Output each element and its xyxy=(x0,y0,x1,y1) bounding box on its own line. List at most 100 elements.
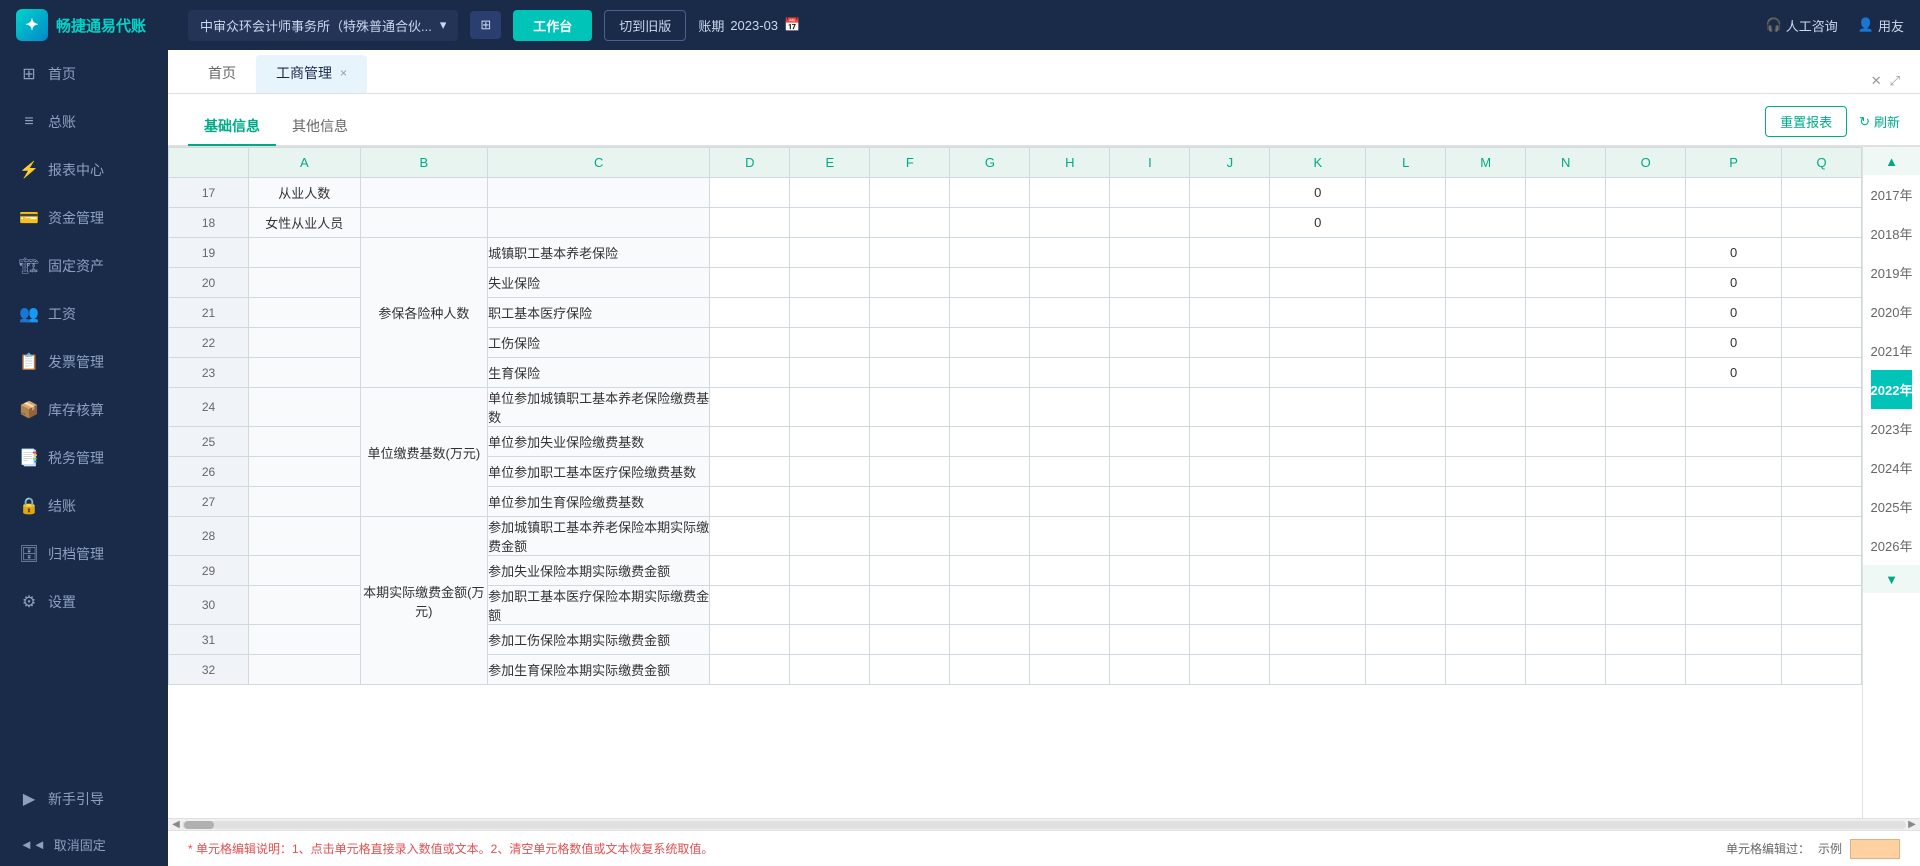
cell-p-32[interactable] xyxy=(1686,655,1782,685)
cell-lo-17-2[interactable] xyxy=(1526,178,1606,208)
cell-H-26[interactable] xyxy=(1030,457,1110,487)
cell-G-26[interactable] xyxy=(950,457,1030,487)
cell-lo-31-3[interactable] xyxy=(1606,625,1686,655)
cell-I-30[interactable] xyxy=(1110,586,1190,625)
year-item-2021年[interactable]: 2021年 xyxy=(1871,331,1913,370)
sidebar-item-invoice[interactable]: 📋 发票管理 xyxy=(0,338,168,386)
cell-q-24[interactable] xyxy=(1782,388,1862,427)
year-down-arrow[interactable]: ▼ xyxy=(1863,565,1920,593)
cell-lo-17-3[interactable] xyxy=(1606,178,1686,208)
cell-E-19[interactable] xyxy=(790,238,870,268)
year-up-arrow[interactable]: ▲ xyxy=(1863,147,1920,175)
cell-a-32[interactable] xyxy=(249,655,361,685)
cell-I-25[interactable] xyxy=(1110,427,1190,457)
cell-a-22[interactable] xyxy=(249,328,361,358)
cell-D-22[interactable] xyxy=(710,328,790,358)
cell-k-22[interactable] xyxy=(1270,328,1366,358)
cell-I-23[interactable] xyxy=(1110,358,1190,388)
cell-c-22[interactable]: 工伤保险 xyxy=(488,328,710,358)
cell-lo-31-1[interactable] xyxy=(1446,625,1526,655)
cell-c-24[interactable]: 单位参加城镇职工基本养老保险缴费基数 xyxy=(488,388,710,427)
cell-H-31[interactable] xyxy=(1030,625,1110,655)
cell-F-25[interactable] xyxy=(870,427,950,457)
cell-H-19[interactable] xyxy=(1030,238,1110,268)
cell-E-30[interactable] xyxy=(790,586,870,625)
cell-E-27[interactable] xyxy=(790,487,870,517)
cell-E-22[interactable] xyxy=(790,328,870,358)
cell-D-24[interactable] xyxy=(710,388,790,427)
cell-q-19[interactable] xyxy=(1782,238,1862,268)
refresh-btn[interactable]: ↻ 刷新 xyxy=(1859,112,1900,131)
cell-lo-24-0[interactable] xyxy=(1366,388,1446,427)
cell-D-26[interactable] xyxy=(710,457,790,487)
cell-k-29[interactable] xyxy=(1270,556,1366,586)
cell-F-32[interactable] xyxy=(870,655,950,685)
year-item-2024年[interactable]: 2024年 xyxy=(1871,448,1913,487)
cell-G-17[interactable] xyxy=(950,178,1030,208)
cell-q-17[interactable] xyxy=(1782,178,1862,208)
year-item-2026年[interactable]: 2026年 xyxy=(1871,526,1913,565)
sidebar-item-fund[interactable]: 💳 资金管理 xyxy=(0,194,168,242)
cell-b-19[interactable]: 参保各险种人数 xyxy=(360,238,487,388)
cell-k-20[interactable] xyxy=(1270,268,1366,298)
reset-report-btn[interactable]: 重置报表 xyxy=(1765,106,1847,137)
cell-H-30[interactable] xyxy=(1030,586,1110,625)
cell-p-25[interactable] xyxy=(1686,427,1782,457)
sub-tab-other[interactable]: 其他信息 xyxy=(276,108,364,146)
cell-a-24[interactable] xyxy=(249,388,361,427)
cell-p-28[interactable] xyxy=(1686,517,1782,556)
year-item-2022年[interactable]: 2022年 xyxy=(1871,370,1913,409)
cell-lo-22-1[interactable] xyxy=(1446,328,1526,358)
cell-F-19[interactable] xyxy=(870,238,950,268)
sidebar-item-salary[interactable]: 👥 工资 xyxy=(0,290,168,338)
cell-lo-30-0[interactable] xyxy=(1366,586,1446,625)
cell-lo-28-2[interactable] xyxy=(1526,517,1606,556)
cell-F-30[interactable] xyxy=(870,586,950,625)
year-item-2018年[interactable]: 2018年 xyxy=(1871,214,1913,253)
cell-a-31[interactable] xyxy=(249,625,361,655)
cell-J-18[interactable] xyxy=(1190,208,1270,238)
cell-E-32[interactable] xyxy=(790,655,870,685)
cell-a-20[interactable] xyxy=(249,268,361,298)
cell-F-31[interactable] xyxy=(870,625,950,655)
cell-k-23[interactable] xyxy=(1270,358,1366,388)
cell-p-26[interactable] xyxy=(1686,457,1782,487)
cell-H-25[interactable] xyxy=(1030,427,1110,457)
cell-lo-26-1[interactable] xyxy=(1446,457,1526,487)
cell-D-31[interactable] xyxy=(710,625,790,655)
cell-c-29[interactable]: 参加失业保险本期实际缴费金额 xyxy=(488,556,710,586)
cell-p-17[interactable] xyxy=(1686,178,1782,208)
cell-D-20[interactable] xyxy=(710,268,790,298)
cell-a-29[interactable] xyxy=(249,556,361,586)
cell-I-18[interactable] xyxy=(1110,208,1190,238)
cell-b-18[interactable] xyxy=(360,208,487,238)
cell-lo-27-3[interactable] xyxy=(1606,487,1686,517)
cell-lo-24-2[interactable] xyxy=(1526,388,1606,427)
cell-J-25[interactable] xyxy=(1190,427,1270,457)
cell-I-28[interactable] xyxy=(1110,517,1190,556)
cell-a-23[interactable] xyxy=(249,358,361,388)
cell-p-23[interactable]: 0 xyxy=(1686,358,1782,388)
calendar-icon[interactable]: 📅 xyxy=(784,17,800,33)
cell-F-18[interactable] xyxy=(870,208,950,238)
cell-c-17[interactable] xyxy=(488,178,710,208)
sidebar-item-report[interactable]: ⚡ 报表中心 xyxy=(0,146,168,194)
cell-k-21[interactable] xyxy=(1270,298,1366,328)
cell-G-23[interactable] xyxy=(950,358,1030,388)
cell-E-24[interactable] xyxy=(790,388,870,427)
cell-H-28[interactable] xyxy=(1030,517,1110,556)
cell-F-28[interactable] xyxy=(870,517,950,556)
cell-lo-32-3[interactable] xyxy=(1606,655,1686,685)
cell-J-29[interactable] xyxy=(1190,556,1270,586)
cell-lo-29-0[interactable] xyxy=(1366,556,1446,586)
cell-lo-21-3[interactable] xyxy=(1606,298,1686,328)
cell-k-30[interactable] xyxy=(1270,586,1366,625)
cell-lo-27-2[interactable] xyxy=(1526,487,1606,517)
cell-lo-25-3[interactable] xyxy=(1606,427,1686,457)
cell-J-32[interactable] xyxy=(1190,655,1270,685)
cell-I-31[interactable] xyxy=(1110,625,1190,655)
cell-I-17[interactable] xyxy=(1110,178,1190,208)
cell-H-32[interactable] xyxy=(1030,655,1110,685)
cell-G-30[interactable] xyxy=(950,586,1030,625)
tab-close-icon[interactable]: × xyxy=(340,66,347,80)
